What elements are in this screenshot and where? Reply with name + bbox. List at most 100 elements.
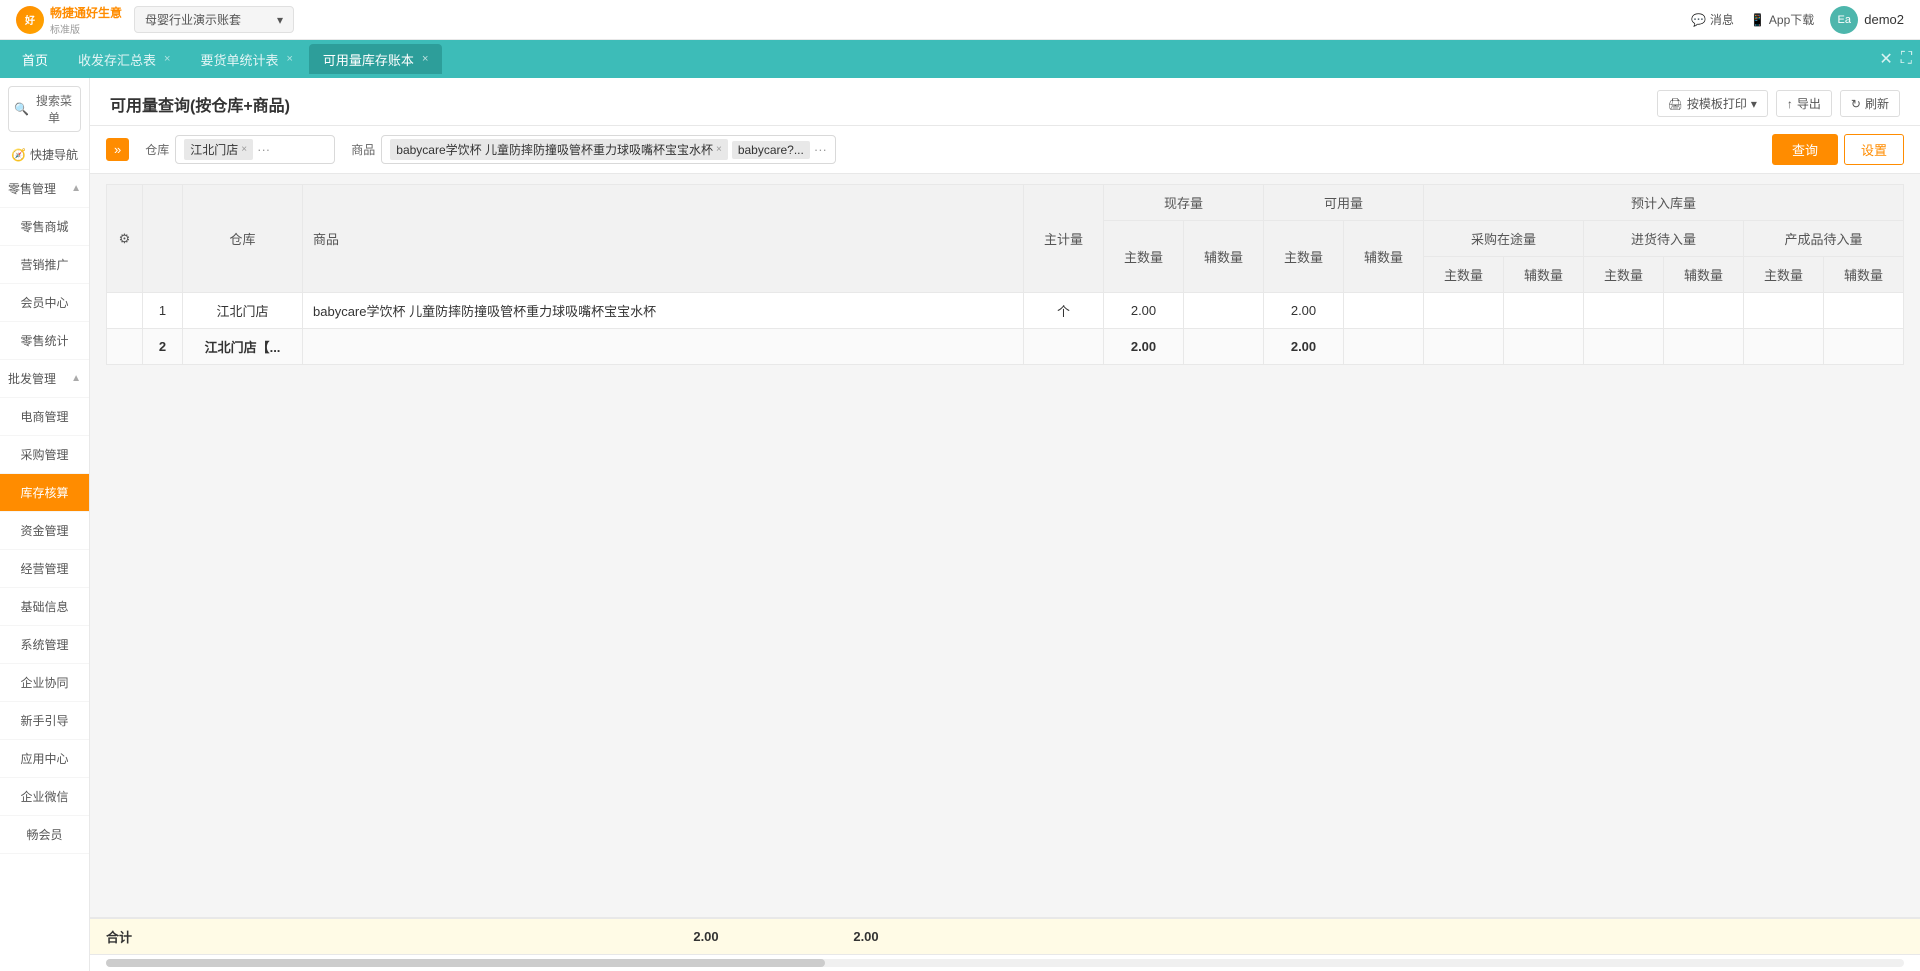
tab-order-label: 要货单统计表 — [200, 50, 278, 69]
td-produce-aux-g — [1824, 329, 1904, 365]
footer-label: 合计 — [106, 927, 666, 946]
username: demo2 — [1864, 12, 1904, 27]
warehouse-filter-more-icon[interactable]: ··· — [257, 142, 270, 157]
search-menu-btn[interactable]: 🔍 搜索菜单 — [8, 86, 81, 132]
settings-btn[interactable]: 设置 — [1844, 134, 1904, 165]
td-settings-g — [107, 329, 143, 365]
td-avail-main-1: 2.00 — [1264, 293, 1344, 329]
sidebar-item-inventory[interactable]: 库存核算 — [0, 474, 89, 512]
chevron-icon-retail: ▲ — [71, 183, 81, 194]
sidebar-item-marketing[interactable]: 营销推广 — [0, 246, 89, 284]
sidebar-item-retail[interactable]: 零售管理 ▲ — [0, 170, 89, 208]
product-tag1: babycare学饮杯 儿童防摔防撞吸管杯重力球吸嘴杯宝宝水杯 × — [390, 139, 728, 160]
sidebar-label-purchase: 采购管理 — [20, 446, 68, 463]
remove-warehouse-tag-icon[interactable]: × — [241, 144, 247, 155]
td-index-1: 1 — [143, 293, 183, 329]
nav-tabs: 首页 收发存汇总表 × 要货单统计表 × 可用量库存账本 × ✕ ⛶ — [0, 40, 1920, 78]
th-product: 商品 — [303, 185, 1024, 293]
product-filter-input[interactable]: babycare学饮杯 儿童防摔防撞吸管杯重力球吸嘴杯宝宝水杯 × babyca… — [381, 135, 836, 164]
sidebar-label-wholesale: 批发管理 — [8, 370, 56, 387]
sidebar-item-enterprise[interactable]: 企业协同 — [0, 664, 89, 702]
tab-order[interactable]: 要货单统计表 × — [186, 44, 306, 74]
warehouse-filter-input[interactable]: 江北门店 × ··· — [175, 135, 335, 164]
main-layout: 🔍 搜索菜单 🧭 快捷导航 零售管理 ▲ 零售商城 营销推广 会员中心 零售统计… — [0, 78, 1920, 971]
app-download-btn[interactable]: 📱 App下载 — [1750, 11, 1814, 28]
td-stock-aux-1 — [1184, 293, 1264, 329]
sidebar-item-purchase[interactable]: 采购管理 — [0, 436, 89, 474]
td-incoming-main-1 — [1584, 293, 1664, 329]
sidebar-item-finance[interactable]: 资金管理 — [0, 512, 89, 550]
chevron-down-icon: ▾ — [277, 13, 283, 27]
td-product-1: babycare学饮杯 儿童防摔防撞吸管杯重力球吸嘴杯宝宝水杯 — [303, 293, 1024, 329]
query-btn[interactable]: 查询 — [1772, 134, 1838, 165]
th-forecast-group: 预计入库量 — [1424, 185, 1904, 221]
message-btn[interactable]: 💬 消息 — [1691, 11, 1734, 28]
data-table: ⚙ 仓库 商品 主计量 现存量 可用量 预计入库量 主数量 辅数量 主数量 — [106, 184, 1904, 365]
table-container: ⚙ 仓库 商品 主计量 现存量 可用量 预计入库量 主数量 辅数量 主数量 — [90, 174, 1920, 917]
sidebar-item-wechat[interactable]: 企业微信 — [0, 778, 89, 816]
scroll-track — [106, 959, 1904, 967]
td-purchase-aux-g — [1504, 329, 1584, 365]
filter-bar: » 仓库 江北门店 × ··· 商品 babycare学饮杯 儿童防摔防撞吸管杯… — [90, 126, 1920, 174]
table-group-row: 2 江北门店【... 2.00 2.00 — [107, 329, 1904, 365]
td-produce-main-g — [1744, 329, 1824, 365]
sidebar-label-member: 会员中心 — [20, 294, 68, 311]
sidebar-item-system[interactable]: 系统管理 — [0, 626, 89, 664]
sidebar-item-ecommerce[interactable]: 电商管理 — [0, 398, 89, 436]
sidebar-item-retail-stat[interactable]: 零售统计 — [0, 322, 89, 360]
th-purchase-main: 主数量 — [1424, 257, 1504, 293]
remove-product-tag1-icon[interactable]: × — [716, 144, 722, 155]
close-order-icon[interactable]: × — [286, 53, 292, 65]
table-footer: 合计 2.00 2.00 — [90, 917, 1920, 954]
close-inventory-icon[interactable]: × — [422, 53, 428, 65]
filter-toggle-btn[interactable]: » — [106, 138, 129, 161]
sidebar-item-basic[interactable]: 基础信息 — [0, 588, 89, 626]
sidebar-item-ops[interactable]: 经营管理 — [0, 550, 89, 588]
logo-icon: 好 — [16, 6, 44, 34]
logo-text: 畅捷通好生意 标准版 — [50, 4, 122, 36]
th-settings: ⚙ — [107, 185, 143, 293]
sidebar-item-appstore[interactable]: 应用中心 — [0, 740, 89, 778]
quick-nav-btn[interactable]: 🧭 快捷导航 — [0, 140, 89, 170]
sidebar-label-basic: 基础信息 — [20, 598, 68, 615]
maximize-icon[interactable]: ⛶ — [1901, 50, 1912, 68]
sidebar-label-retail: 零售管理 — [8, 180, 56, 197]
td-purchase-main-1 — [1424, 293, 1504, 329]
tab-inventory[interactable]: 可用量库存账本 × — [309, 44, 442, 74]
close-income-icon[interactable]: × — [164, 53, 170, 65]
tab-income[interactable]: 收发存汇总表 × — [64, 44, 184, 74]
print-btn[interactable]: 🖨 按模板打印 ▾ — [1657, 90, 1768, 117]
footer-avail-main: 2.00 — [826, 929, 906, 944]
sidebar-label-retail-stat: 零售统计 — [20, 332, 68, 349]
export-btn[interactable]: ↑ 导出 — [1776, 90, 1832, 117]
top-bar-right: 💬 消息 📱 App下载 Ea demo2 — [1691, 6, 1904, 34]
th-available-group: 可用量 — [1264, 185, 1424, 221]
sidebar-item-wholesale[interactable]: 批发管理 ▲ — [0, 360, 89, 398]
td-settings — [107, 293, 143, 329]
sidebar-label-inventory: 库存核算 — [20, 484, 68, 501]
th-index — [143, 185, 183, 293]
sidebar-item-newbie[interactable]: 新手引导 — [0, 702, 89, 740]
sidebar-item-member2[interactable]: 畅会员 — [0, 816, 89, 854]
warehouse-filter-label: 仓库 — [145, 141, 169, 158]
sidebar-item-member[interactable]: 会员中心 — [0, 284, 89, 322]
th-incoming-main: 主数量 — [1584, 257, 1664, 293]
scroll-thumb[interactable] — [106, 959, 825, 967]
store-selector[interactable]: 母婴行业演示账套 ▾ — [134, 6, 294, 33]
product-filter-more-icon[interactable]: ··· — [814, 142, 827, 157]
close-window-icon[interactable]: ✕ — [1879, 49, 1892, 69]
export-label: 导出 — [1797, 95, 1821, 112]
sidebar-item-retail-mall[interactable]: 零售商城 — [0, 208, 89, 246]
tab-home[interactable]: 首页 — [8, 44, 62, 74]
user-area[interactable]: Ea demo2 — [1830, 6, 1904, 34]
settings-icon[interactable]: ⚙ — [119, 231, 131, 246]
sidebar-search-area: 🔍 搜索菜单 — [0, 78, 89, 140]
print-label: 按模板打印 — [1687, 95, 1747, 112]
sidebar-label-ecommerce: 电商管理 — [20, 408, 68, 425]
td-incoming-main-g — [1584, 329, 1664, 365]
tab-income-label: 收发存汇总表 — [78, 50, 156, 69]
refresh-btn[interactable]: ↻ 刷新 — [1840, 90, 1900, 117]
refresh-label: 刷新 — [1865, 95, 1889, 112]
td-purchase-main-g — [1424, 329, 1504, 365]
td-warehouse-1: 江北门店 — [183, 293, 303, 329]
